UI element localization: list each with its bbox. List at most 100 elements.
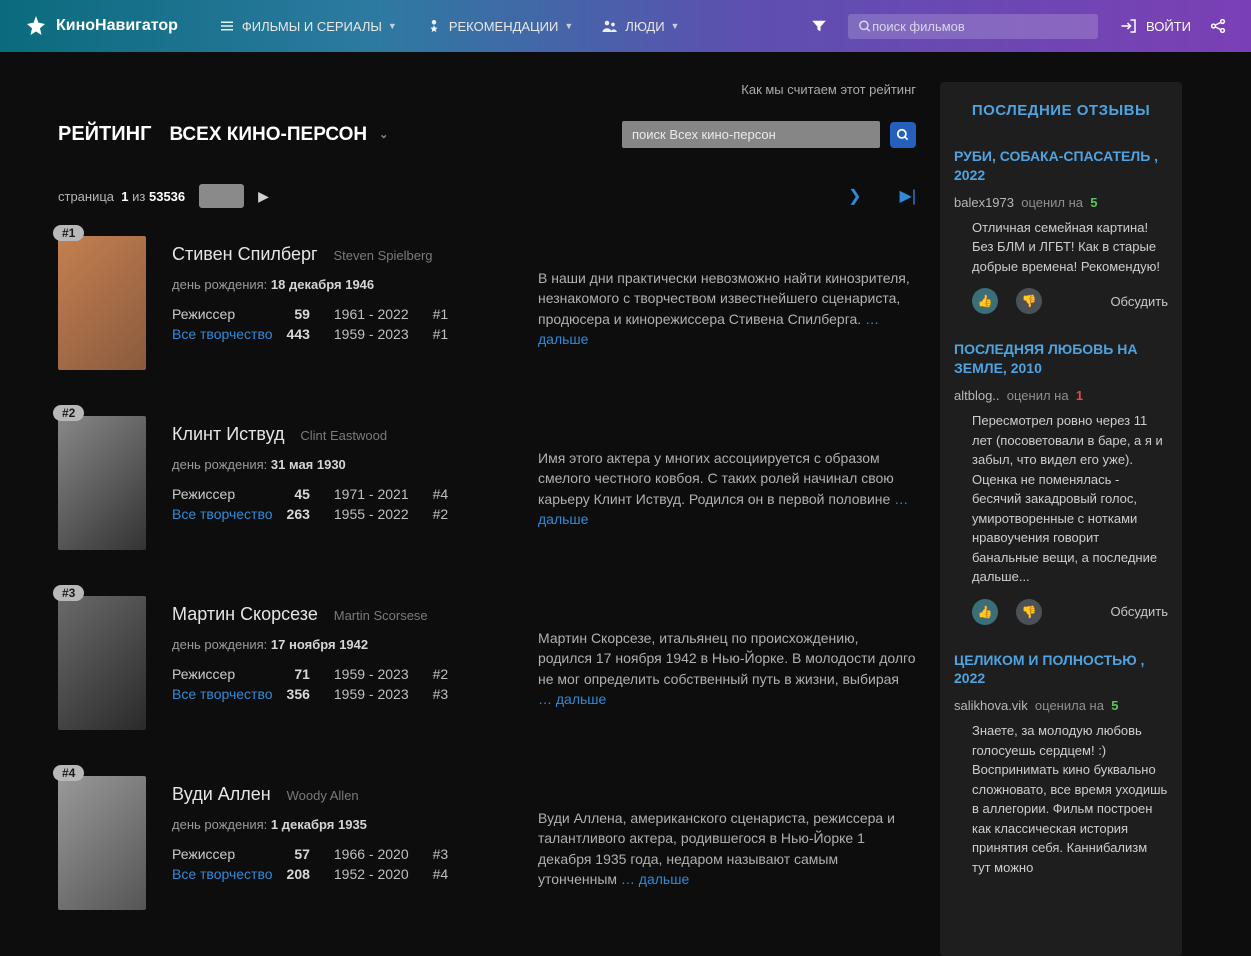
person-search-button[interactable] — [890, 122, 916, 148]
header-search[interactable] — [848, 14, 1098, 39]
discuss-link[interactable]: Обсудить — [1110, 604, 1168, 619]
person-name-ru[interactable]: Вуди Аллен — [172, 784, 271, 804]
pager-go-button[interactable]: ▶ — [258, 188, 269, 205]
all-count: 208 — [287, 864, 334, 884]
person-row: #1 Стивен Спилберг Steven Spielberg день… — [58, 236, 916, 370]
login-button[interactable]: ВОЙТИ — [1120, 17, 1191, 35]
caret-down-icon: ▼ — [388, 21, 397, 31]
all-rank: #4 — [433, 864, 463, 884]
rating-methodology-link[interactable]: Как мы считаем этот рейтинг — [58, 82, 916, 97]
role-label: Режиссер — [172, 664, 287, 684]
nav-people[interactable]: ЛЮДИ ▼ — [601, 17, 679, 35]
caret-down-icon: ▼ — [564, 21, 573, 31]
read-more-link[interactable]: … дальше — [538, 491, 908, 527]
all-works-link[interactable]: Все творчество — [172, 864, 287, 884]
people-icon — [601, 17, 619, 35]
person-name-ru[interactable]: Стивен Спилберг — [172, 244, 318, 264]
review-meta: altblog.. оценил на 1 — [954, 388, 1168, 403]
role-label: Режиссер — [172, 844, 287, 864]
pager-next-button[interactable]: ❯ — [848, 186, 861, 206]
all-works-link[interactable]: Все творчество — [172, 324, 287, 344]
review-text: Отличная семейная картина! Без БЛМ и ЛГБ… — [954, 218, 1168, 277]
review-score: 1 — [1076, 388, 1083, 403]
all-rank: #1 — [433, 324, 463, 344]
review-text: Пересмотрел ровно через 11 лет (посовето… — [954, 411, 1168, 587]
header-bar: КиноНавигатор ФИЛЬМЫ И СЕРИАЛЫ ▼ РЕКОМЕН… — [0, 0, 1251, 52]
person-search-input[interactable] — [622, 121, 880, 148]
review-item: ПОСЛЕДНЯЯ ЛЮБОВЬ НА ЗЕМЛЕ, 2010 altblog.… — [954, 340, 1168, 624]
rank-badge: #3 — [53, 585, 84, 601]
page-title: РЕЙТИНГ — [58, 123, 151, 146]
all-works-link[interactable]: Все творчество — [172, 504, 287, 524]
role-count: 57 — [287, 844, 334, 864]
person-name-ru[interactable]: Клинт Иствуд — [172, 424, 284, 444]
role-years: 1966 - 2020 — [334, 844, 433, 864]
person-star-icon — [425, 17, 443, 35]
person-name-en: Steven Spielberg — [334, 248, 433, 263]
review-user-link[interactable]: altblog.. — [954, 388, 1000, 403]
read-more-link[interactable]: … дальше — [621, 871, 689, 887]
person-row: #4 Вуди Аллен Woody Allen день рождения:… — [58, 776, 916, 910]
rank-badge: #2 — [53, 405, 84, 421]
portrait-image[interactable] — [58, 596, 146, 730]
role-count: 59 — [287, 304, 334, 324]
role-count: 45 — [287, 484, 334, 504]
all-years: 1959 - 2023 — [334, 684, 433, 704]
review-item: РУБИ, СОБАКА-СПАСАТЕЛЬ , 2022 balex1973 … — [954, 147, 1168, 314]
all-count: 356 — [287, 684, 334, 704]
discuss-link[interactable]: Обсудить — [1110, 294, 1168, 309]
list-icon — [218, 17, 236, 35]
logo[interactable]: КиноНавигатор — [24, 14, 178, 38]
role-years: 1959 - 2023 — [334, 664, 433, 684]
role-years: 1971 - 2021 — [334, 484, 433, 504]
thumb-up-button[interactable]: 👍 — [972, 288, 998, 314]
read-more-link[interactable]: … дальше — [538, 311, 879, 347]
filter-icon[interactable] — [810, 17, 828, 35]
portrait-image[interactable] — [58, 776, 146, 910]
person-name-en: Woody Allen — [287, 788, 359, 803]
main-content: Как мы считаем этот рейтинг РЕЙТИНГ ВСЕХ… — [58, 82, 916, 956]
review-movie-link[interactable]: ПОСЛЕДНЯЯ ЛЮБОВЬ НА ЗЕМЛЕ, 2010 — [954, 340, 1168, 378]
person-row: #3 Мартин Скорсезе Martin Scorsese день … — [58, 596, 916, 730]
role-label: Режиссер — [172, 484, 287, 504]
read-more-link[interactable]: … дальше — [538, 691, 606, 707]
birth-date: день рождения: 1 декабря 1935 — [172, 817, 512, 832]
person-name-en: Martin Scorsese — [334, 608, 428, 623]
all-rank: #2 — [433, 504, 463, 524]
pager-page-input[interactable] — [199, 184, 244, 208]
review-movie-link[interactable]: РУБИ, СОБАКА-СПАСАТЕЛЬ , 2022 — [954, 147, 1168, 185]
person-name-ru[interactable]: Мартин Скорсезе — [172, 604, 318, 624]
birth-date: день рождения: 18 декабря 1946 — [172, 277, 512, 292]
chevron-down-icon: ⌄ — [379, 128, 388, 141]
review-user-link[interactable]: salikhova.vik — [954, 698, 1028, 713]
review-movie-link[interactable]: ЦЕЛИКОМ И ПОЛНОСТЬЮ , 2022 — [954, 651, 1168, 689]
portrait-image[interactable] — [58, 236, 146, 370]
nav-films[interactable]: ФИЛЬМЫ И СЕРИАЛЫ ▼ — [218, 17, 397, 35]
nav-recommendations[interactable]: РЕКОМЕНДАЦИИ ▼ — [425, 17, 573, 35]
share-icon[interactable] — [1209, 17, 1227, 35]
person-name-en: Clint Eastwood — [300, 428, 387, 443]
pager: страница 1 из 53536 ▶ ❯ ▶| — [58, 184, 916, 208]
pager-last-button[interactable]: ▶| — [900, 186, 916, 206]
category-dropdown[interactable]: ВСЕХ КИНО-ПЕРСОН ⌄ — [169, 124, 388, 146]
review-item: ЦЕЛИКОМ И ПОЛНОСТЬЮ , 2022 salikhova.vik… — [954, 651, 1168, 878]
thumb-down-button[interactable]: 👎 — [1016, 599, 1042, 625]
thumb-down-button[interactable]: 👎 — [1016, 288, 1042, 314]
all-years: 1952 - 2020 — [334, 864, 433, 884]
birth-date: день рождения: 17 ноября 1942 — [172, 637, 512, 652]
person-row: #2 Клинт Иствуд Clint Eastwood день рожд… — [58, 416, 916, 550]
all-years: 1959 - 2023 — [334, 324, 433, 344]
all-works-link[interactable]: Все творчество — [172, 684, 287, 704]
role-years: 1961 - 2022 — [334, 304, 433, 324]
thumb-up-button[interactable]: 👍 — [972, 599, 998, 625]
portrait-image[interactable] — [58, 416, 146, 550]
role-count: 71 — [287, 664, 334, 684]
all-count: 443 — [287, 324, 334, 344]
review-user-link[interactable]: balex1973 — [954, 195, 1014, 210]
header-search-input[interactable] — [872, 19, 1088, 34]
bio-text: Вуди Аллена, американского сценариста, р… — [538, 776, 916, 910]
sidebar-reviews: ПОСЛЕДНИЕ ОТЗЫВЫ РУБИ, СОБАКА-СПАСАТЕЛЬ … — [940, 82, 1182, 956]
all-count: 263 — [287, 504, 334, 524]
caret-down-icon: ▼ — [671, 21, 680, 31]
role-label: Режиссер — [172, 304, 287, 324]
